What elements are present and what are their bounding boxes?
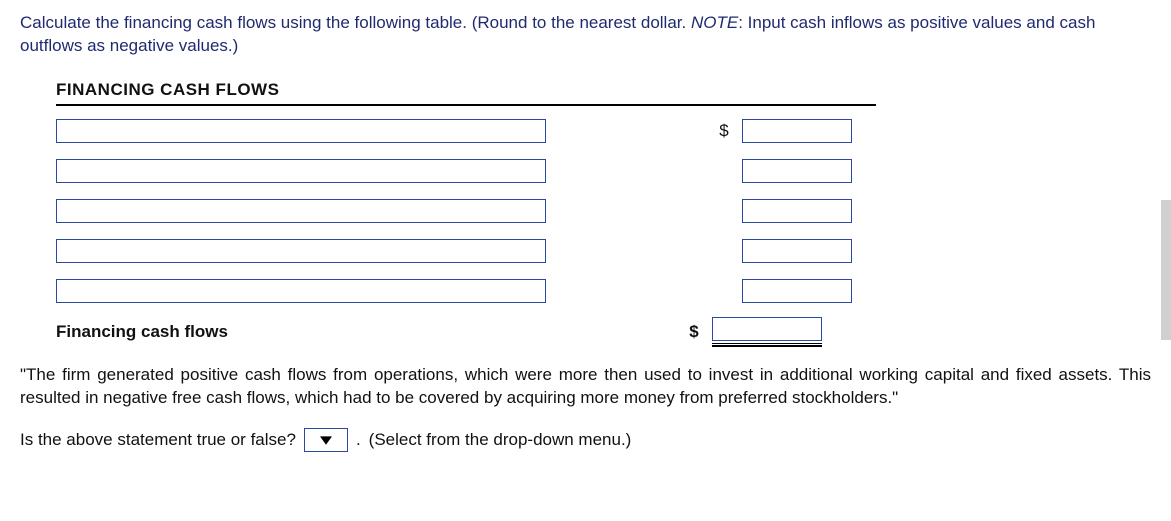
- row-label-input[interactable]: [56, 279, 546, 303]
- table-row: $: [56, 116, 1151, 146]
- true-false-dropdown[interactable]: [304, 428, 348, 452]
- chevron-down-icon: [320, 434, 332, 446]
- row-label-input[interactable]: [56, 159, 546, 183]
- total-value-input[interactable]: [712, 317, 822, 341]
- section-title: FINANCING CASH FLOWS: [56, 80, 876, 106]
- statement-text: "The firm generated positive cash flows …: [20, 364, 1151, 410]
- instruction-main: Calculate the financing cash flows using…: [20, 13, 691, 32]
- row-value-input[interactable]: [742, 199, 852, 223]
- total-row: Financing cash flows $: [56, 316, 1151, 348]
- row-value-input[interactable]: [742, 119, 852, 143]
- currency-sign: $: [676, 322, 712, 342]
- row-value-input[interactable]: [742, 279, 852, 303]
- dropdown-period: .: [356, 430, 361, 450]
- table-row: [56, 156, 1151, 186]
- input-rows: $: [56, 116, 1151, 306]
- question-row: Is the above statement true or false? . …: [20, 428, 1151, 452]
- total-label: Financing cash flows: [56, 322, 546, 342]
- currency-sign: $: [706, 121, 742, 141]
- table-row: [56, 236, 1151, 266]
- question-text: Is the above statement true or false?: [20, 430, 296, 450]
- total-underline: [712, 343, 822, 344]
- worksheet-page: Calculate the financing cash flows using…: [0, 0, 1171, 521]
- row-label-input[interactable]: [56, 199, 546, 223]
- scrollbar-thumb[interactable]: [1161, 200, 1171, 340]
- row-value-input[interactable]: [742, 239, 852, 263]
- financing-section: FINANCING CASH FLOWS $: [56, 80, 1151, 348]
- row-label-input[interactable]: [56, 239, 546, 263]
- table-row: [56, 196, 1151, 226]
- instruction-text: Calculate the financing cash flows using…: [20, 12, 1151, 58]
- total-double-underline: [712, 345, 822, 347]
- table-row: [56, 276, 1151, 306]
- row-value-input[interactable]: [742, 159, 852, 183]
- question-hint: (Select from the drop-down menu.): [369, 430, 632, 450]
- row-label-input[interactable]: [56, 119, 546, 143]
- instruction-note-label: NOTE: [691, 13, 738, 32]
- total-box-wrap: [712, 317, 832, 347]
